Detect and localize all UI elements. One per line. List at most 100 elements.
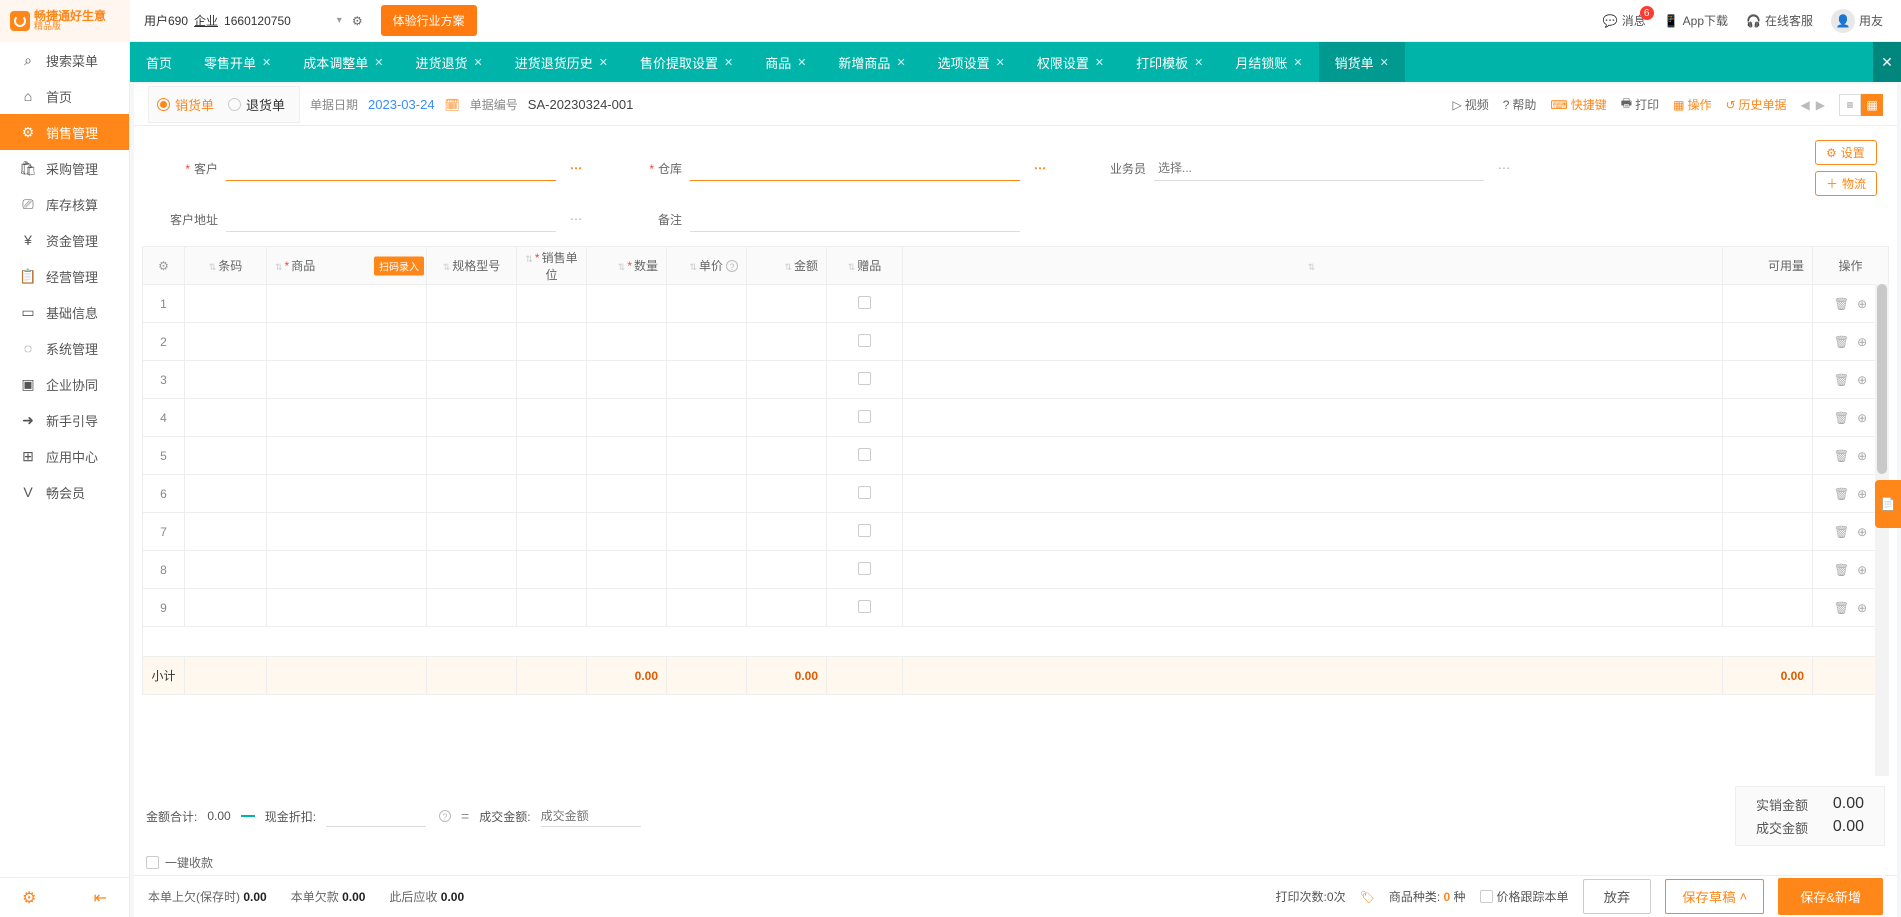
gift-checkbox[interactable]	[858, 562, 871, 575]
shortcut-link[interactable]: ⌨快捷键	[1550, 96, 1606, 113]
view-card-button[interactable]: ▦	[1861, 94, 1883, 116]
cell-barcode[interactable]	[185, 399, 267, 437]
help-icon[interactable]: ?	[439, 810, 451, 822]
cell-barcode[interactable]	[185, 513, 267, 551]
close-icon[interactable]: ✕	[1293, 56, 1302, 69]
insert-row-icon[interactable]: ⊕	[1857, 411, 1867, 425]
delete-row-icon[interactable]: 🗑	[1834, 601, 1849, 615]
table-row[interactable]: 3🗑⊕	[143, 361, 1889, 399]
close-icon[interactable]: ✕	[1194, 56, 1203, 69]
app-download-link[interactable]: 📱 App下载	[1664, 12, 1728, 29]
video-link[interactable]: ▷视频	[1452, 96, 1488, 113]
delete-row-icon[interactable]: 🗑	[1834, 449, 1849, 463]
remark-input[interactable]	[690, 206, 1020, 232]
customer-picker-icon[interactable]: ⋯	[564, 161, 588, 175]
prev-doc-button[interactable]: ◀	[1801, 98, 1810, 112]
save-and-new-button[interactable]: 保存&新增	[1778, 878, 1883, 915]
cell-barcode[interactable]	[185, 285, 267, 323]
sidebar-item-12[interactable]: V畅会员	[0, 474, 129, 510]
cell-spec[interactable]	[427, 551, 517, 589]
cell-gift[interactable]	[827, 513, 903, 551]
cell-barcode[interactable]	[185, 361, 267, 399]
cell-unit[interactable]	[517, 513, 587, 551]
table-row[interactable]: 1🗑⊕	[143, 285, 1889, 323]
gift-checkbox[interactable]	[858, 600, 871, 613]
cell-amount[interactable]	[747, 323, 827, 361]
delete-row-icon[interactable]: 🗑	[1834, 373, 1849, 387]
cell-barcode[interactable]	[185, 551, 267, 589]
cell-price[interactable]	[667, 323, 747, 361]
cell-blank[interactable]	[903, 361, 1723, 399]
cell-price[interactable]	[667, 513, 747, 551]
cell-gift[interactable]	[827, 323, 903, 361]
cell-qty[interactable]	[587, 551, 667, 589]
cell-gift[interactable]	[827, 399, 903, 437]
cell-spec[interactable]	[427, 399, 517, 437]
delete-row-icon[interactable]: 🗑	[1834, 297, 1849, 311]
delete-row-icon[interactable]: 🗑	[1834, 525, 1849, 539]
cell-gift[interactable]	[827, 361, 903, 399]
cell-price[interactable]	[667, 437, 747, 475]
save-draft-button[interactable]: 保存草稿˄	[1665, 879, 1764, 914]
cell-unit[interactable]	[517, 437, 587, 475]
close-icon[interactable]: ✕	[599, 56, 608, 69]
insert-row-icon[interactable]: ⊕	[1857, 335, 1867, 349]
tab-1[interactable]: 零售开单✕	[188, 42, 287, 82]
gift-checkbox[interactable]	[858, 486, 871, 499]
mode-return-radio[interactable]: 退货单	[228, 95, 285, 114]
close-icon[interactable]: ✕	[1095, 56, 1104, 69]
scan-badge[interactable]: 扫码录入	[374, 256, 424, 275]
sidebar-item-5[interactable]: ¥资金管理	[0, 222, 129, 258]
close-icon[interactable]: ✕	[474, 56, 483, 69]
address-picker-icon[interactable]: ⋯	[564, 212, 588, 226]
cell-price[interactable]	[667, 399, 747, 437]
cell-unit[interactable]	[517, 475, 587, 513]
tab-10[interactable]: 打印模板✕	[1120, 42, 1219, 82]
cash-discount-input[interactable]	[326, 805, 426, 827]
table-row[interactable]: 4🗑⊕	[143, 399, 1889, 437]
sort-icon[interactable]: ⇅	[1308, 262, 1316, 272]
gift-checkbox[interactable]	[858, 372, 871, 385]
cell-blank[interactable]	[903, 551, 1723, 589]
industry-plan-button[interactable]: 体验行业方案	[381, 5, 477, 36]
brand-logo[interactable]: 畅捷通好生意 精品版	[0, 0, 130, 42]
cell-spec[interactable]	[427, 323, 517, 361]
insert-row-icon[interactable]: ⊕	[1857, 525, 1867, 539]
close-icon[interactable]: ✕	[797, 56, 806, 69]
customer-input[interactable]	[226, 155, 556, 181]
cell-qty[interactable]	[587, 361, 667, 399]
tab-0[interactable]: 首页	[130, 42, 188, 82]
cell-amount[interactable]	[747, 513, 827, 551]
cell-barcode[interactable]	[185, 589, 267, 627]
gift-checkbox[interactable]	[858, 410, 871, 423]
sidebar-item-1[interactable]: ⌂首页	[0, 78, 129, 114]
salesman-picker-icon[interactable]: ⋯	[1492, 161, 1516, 175]
cell-unit[interactable]	[517, 285, 587, 323]
cell-price[interactable]	[667, 551, 747, 589]
delete-row-icon[interactable]: 🗑	[1834, 487, 1849, 501]
sidebar-item-0[interactable]: ⌕搜索菜单	[0, 42, 129, 78]
settings-button[interactable]: ⚙设置	[1815, 140, 1877, 165]
date-value[interactable]: 2023-03-24	[368, 97, 435, 112]
cell-blank[interactable]	[903, 437, 1723, 475]
tenant-selector[interactable]: 用户690企业1660120750 ▾	[144, 12, 342, 29]
tab-9[interactable]: 权限设置✕	[1021, 42, 1120, 82]
cell-price[interactable]	[667, 475, 747, 513]
tab-6[interactable]: 商品✕	[749, 42, 822, 82]
table-row[interactable]: 9🗑⊕	[143, 589, 1889, 627]
gift-checkbox[interactable]	[858, 448, 871, 461]
insert-row-icon[interactable]: ⊕	[1857, 601, 1867, 615]
gift-checkbox[interactable]	[858, 296, 871, 309]
close-icon[interactable]: ✕	[1380, 56, 1389, 69]
messages-link[interactable]: 💬 消息 6	[1603, 12, 1646, 29]
address-input[interactable]	[226, 206, 556, 232]
cell-unit[interactable]	[517, 589, 587, 627]
cell-blank[interactable]	[903, 513, 1723, 551]
cell-amount[interactable]	[747, 551, 827, 589]
cell-amount[interactable]	[747, 361, 827, 399]
sort-icon[interactable]: ⇅	[784, 262, 792, 272]
cell-blank[interactable]	[903, 285, 1723, 323]
view-list-button[interactable]: ≡	[1839, 94, 1861, 116]
mode-sale-radio[interactable]: 销货单	[157, 95, 214, 114]
warehouse-picker-icon[interactable]: ⋯	[1028, 161, 1052, 175]
